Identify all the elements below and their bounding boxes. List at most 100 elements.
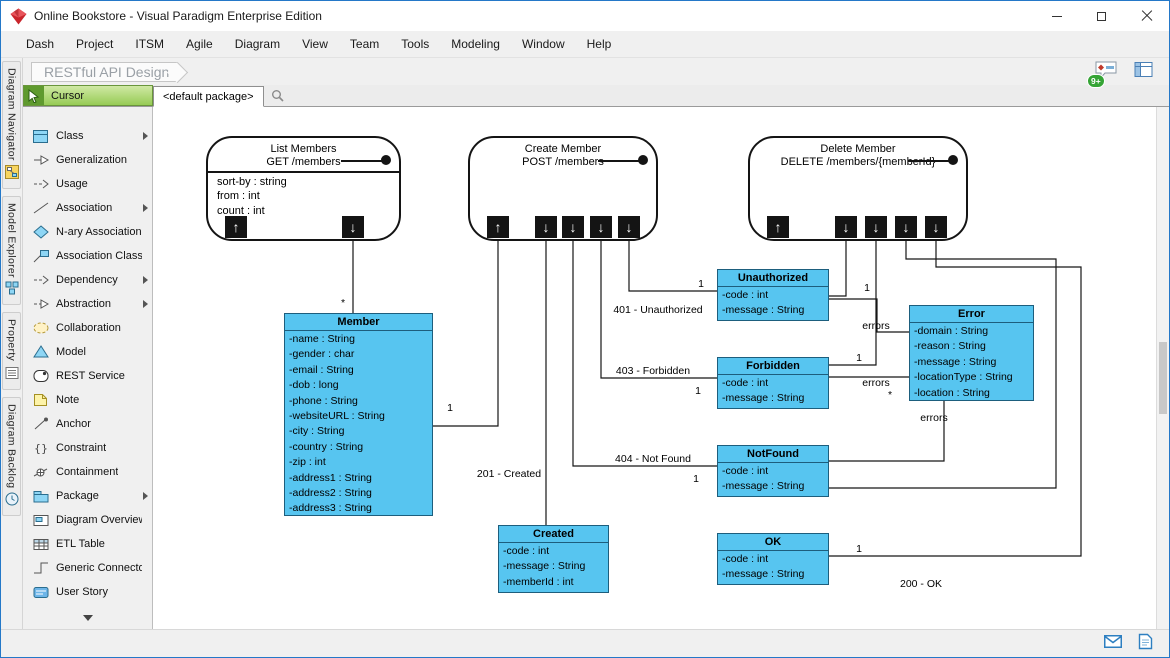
palette-item-abstraction[interactable]: Abstraction [23, 292, 152, 316]
menu-item-modeling[interactable]: Modeling [440, 37, 511, 51]
palette-item-package[interactable]: Package [23, 484, 152, 508]
menu-item-itsm[interactable]: ITSM [124, 37, 175, 51]
palette-item-n-ary-association[interactable]: N-ary Association [23, 220, 152, 244]
diagram-tab-default-package[interactable]: <default package> [153, 86, 264, 107]
class-forbidden[interactable]: Forbidden-code : int-message : String [717, 357, 829, 409]
palette-item-constraint[interactable]: {}Constraint [23, 436, 152, 460]
connector-label: 201 - Created [477, 468, 541, 480]
connector-label: 403 - Forbidden [616, 365, 690, 377]
rest-resource-delete-member[interactable]: Delete MemberDELETE /members/{memberId}↑… [748, 136, 968, 241]
connector-notfound-to-error[interactable] [829, 401, 944, 461]
message-button[interactable] [1104, 635, 1122, 653]
palette-item-association-class[interactable]: Association Class [23, 244, 152, 268]
palette-item-generalization[interactable]: Generalization [23, 148, 152, 172]
palette-item-generic-connector[interactable]: Generic Connector [23, 556, 152, 580]
request-port-icon[interactable]: ↑ [767, 216, 789, 238]
class-attributes: -name : String-gender : char-email : Str… [285, 331, 432, 517]
user-story-icon [32, 586, 49, 599]
palette-item-anchor[interactable]: Anchor [23, 412, 152, 436]
request-port-icon[interactable]: ↑ [487, 216, 509, 238]
menu-item-window[interactable]: Window [511, 37, 576, 51]
side-tab-model-explorer[interactable]: Model Explorer [2, 196, 21, 306]
class-attribute: -location : String [910, 386, 1033, 401]
palette-item-label: Collaboration [56, 322, 121, 334]
breadcrumb-bar: RESTful API Design 9+ [23, 58, 1169, 85]
class-error[interactable]: Error-domain : String-reason : String-me… [909, 305, 1034, 401]
response-port-icon[interactable]: ↓ [590, 216, 612, 238]
connector-delete-to-unauthorized[interactable] [829, 241, 846, 296]
palette-item-usage[interactable]: Usage [23, 172, 152, 196]
palette-item-rest-service[interactable]: REST Service [23, 364, 152, 388]
palette-item-association[interactable]: Association [23, 196, 152, 220]
menu-item-view[interactable]: View [291, 37, 339, 51]
response-port-icon[interactable]: ↓ [925, 216, 947, 238]
scratchpad-button[interactable] [1138, 633, 1153, 655]
breadcrumb[interactable]: RESTful API Design [31, 62, 177, 82]
palette-item-collaboration[interactable]: Collaboration [23, 316, 152, 340]
panel-layout-button[interactable] [1134, 61, 1153, 83]
class-attribute: -phone : String [285, 394, 432, 409]
service-name: Delete Member [750, 143, 966, 156]
diagram-navigator-icon [5, 165, 19, 184]
response-port-icon[interactable]: ↓ [618, 216, 640, 238]
side-tab-property[interactable]: Property [2, 312, 21, 389]
minimize-button[interactable] [1034, 1, 1079, 31]
response-port-icon[interactable]: ↓ [895, 216, 917, 238]
connector-create-request-to-member[interactable] [433, 241, 498, 426]
submenu-arrow-icon[interactable] [143, 132, 148, 140]
palette-item-etl-table[interactable]: ETL Table [23, 532, 152, 556]
class-created[interactable]: Created-code : int-message : String-memb… [498, 525, 609, 593]
menu-item-tools[interactable]: Tools [390, 37, 440, 51]
palette-item-class[interactable]: Class [23, 124, 152, 148]
class-ok[interactable]: OK-code : int-message : String [717, 533, 829, 585]
class-attribute: -message : String [718, 479, 828, 494]
diagram-canvas[interactable]: List MembersGET /memberssort-by : string… [153, 107, 1156, 629]
menu-item-team[interactable]: Team [339, 37, 390, 51]
menu-item-agile[interactable]: Agile [175, 37, 224, 51]
menu-item-diagram[interactable]: Diagram [224, 37, 291, 51]
side-tab-diagram-backlog[interactable]: Diagram Backlog [2, 397, 21, 516]
containment-icon [32, 465, 49, 479]
submenu-arrow-icon[interactable] [143, 492, 148, 500]
class-name: Created [499, 526, 608, 543]
scrollbar-thumb[interactable] [1159, 342, 1167, 414]
class-unauthorized[interactable]: Unauthorized-code : int-message : String [717, 269, 829, 321]
request-port-icon[interactable]: ↑ [225, 216, 247, 238]
connector-create-to-notfound[interactable] [573, 241, 717, 466]
rest-resource-list-members[interactable]: List MembersGET /memberssort-by : string… [206, 136, 401, 241]
submenu-arrow-icon[interactable] [143, 204, 148, 212]
response-port-icon[interactable]: ↓ [535, 216, 557, 238]
response-port-icon[interactable]: ↓ [562, 216, 584, 238]
palette-item-model[interactable]: Model [23, 340, 152, 364]
rest-resource-create-member[interactable]: Create MemberPOST /members↑↓↓↓↓ [468, 136, 658, 241]
palette-item-label: User Story [56, 586, 108, 598]
class-notfound[interactable]: NotFound-code : int-message : String [717, 445, 829, 497]
menu-item-dash[interactable]: Dash [15, 37, 65, 51]
palette-item-diagram-overview[interactable]: Diagram Overview [23, 508, 152, 532]
palette-item-label: ETL Table [56, 538, 105, 550]
connector-delete-to-forbidden[interactable] [829, 241, 876, 365]
response-port-icon[interactable]: ↓ [342, 216, 364, 238]
submenu-arrow-icon[interactable] [143, 276, 148, 284]
palette-item-dependency[interactable]: Dependency [23, 268, 152, 292]
palette-item-containment[interactable]: Containment [23, 460, 152, 484]
maximize-button[interactable] [1079, 1, 1124, 31]
class-member[interactable]: Member-name : String-gender : char-email… [284, 313, 433, 516]
palette-item-user-story[interactable]: User Story [23, 580, 152, 604]
vertical-scrollbar[interactable] [1156, 107, 1169, 629]
submenu-arrow-icon[interactable] [143, 300, 148, 308]
magnifier-icon[interactable] [271, 89, 284, 102]
close-button[interactable] [1124, 1, 1169, 31]
notification-button[interactable]: 9+ [1094, 60, 1118, 84]
palette-item-label: Association Class [56, 250, 142, 262]
palette-item-note[interactable]: Note [23, 388, 152, 412]
menu-item-help[interactable]: Help [576, 37, 623, 51]
response-port-icon[interactable]: ↓ [835, 216, 857, 238]
cursor-tool[interactable]: Cursor [23, 85, 153, 106]
response-port-icon[interactable]: ↓ [865, 216, 887, 238]
side-tab-diagram-navigator[interactable]: Diagram Navigator [2, 61, 21, 189]
menu-item-project[interactable]: Project [65, 37, 124, 51]
palette-scroll-down[interactable] [23, 615, 152, 621]
connector-label: 1 [698, 278, 704, 290]
class-attribute: -message : String [910, 355, 1033, 370]
